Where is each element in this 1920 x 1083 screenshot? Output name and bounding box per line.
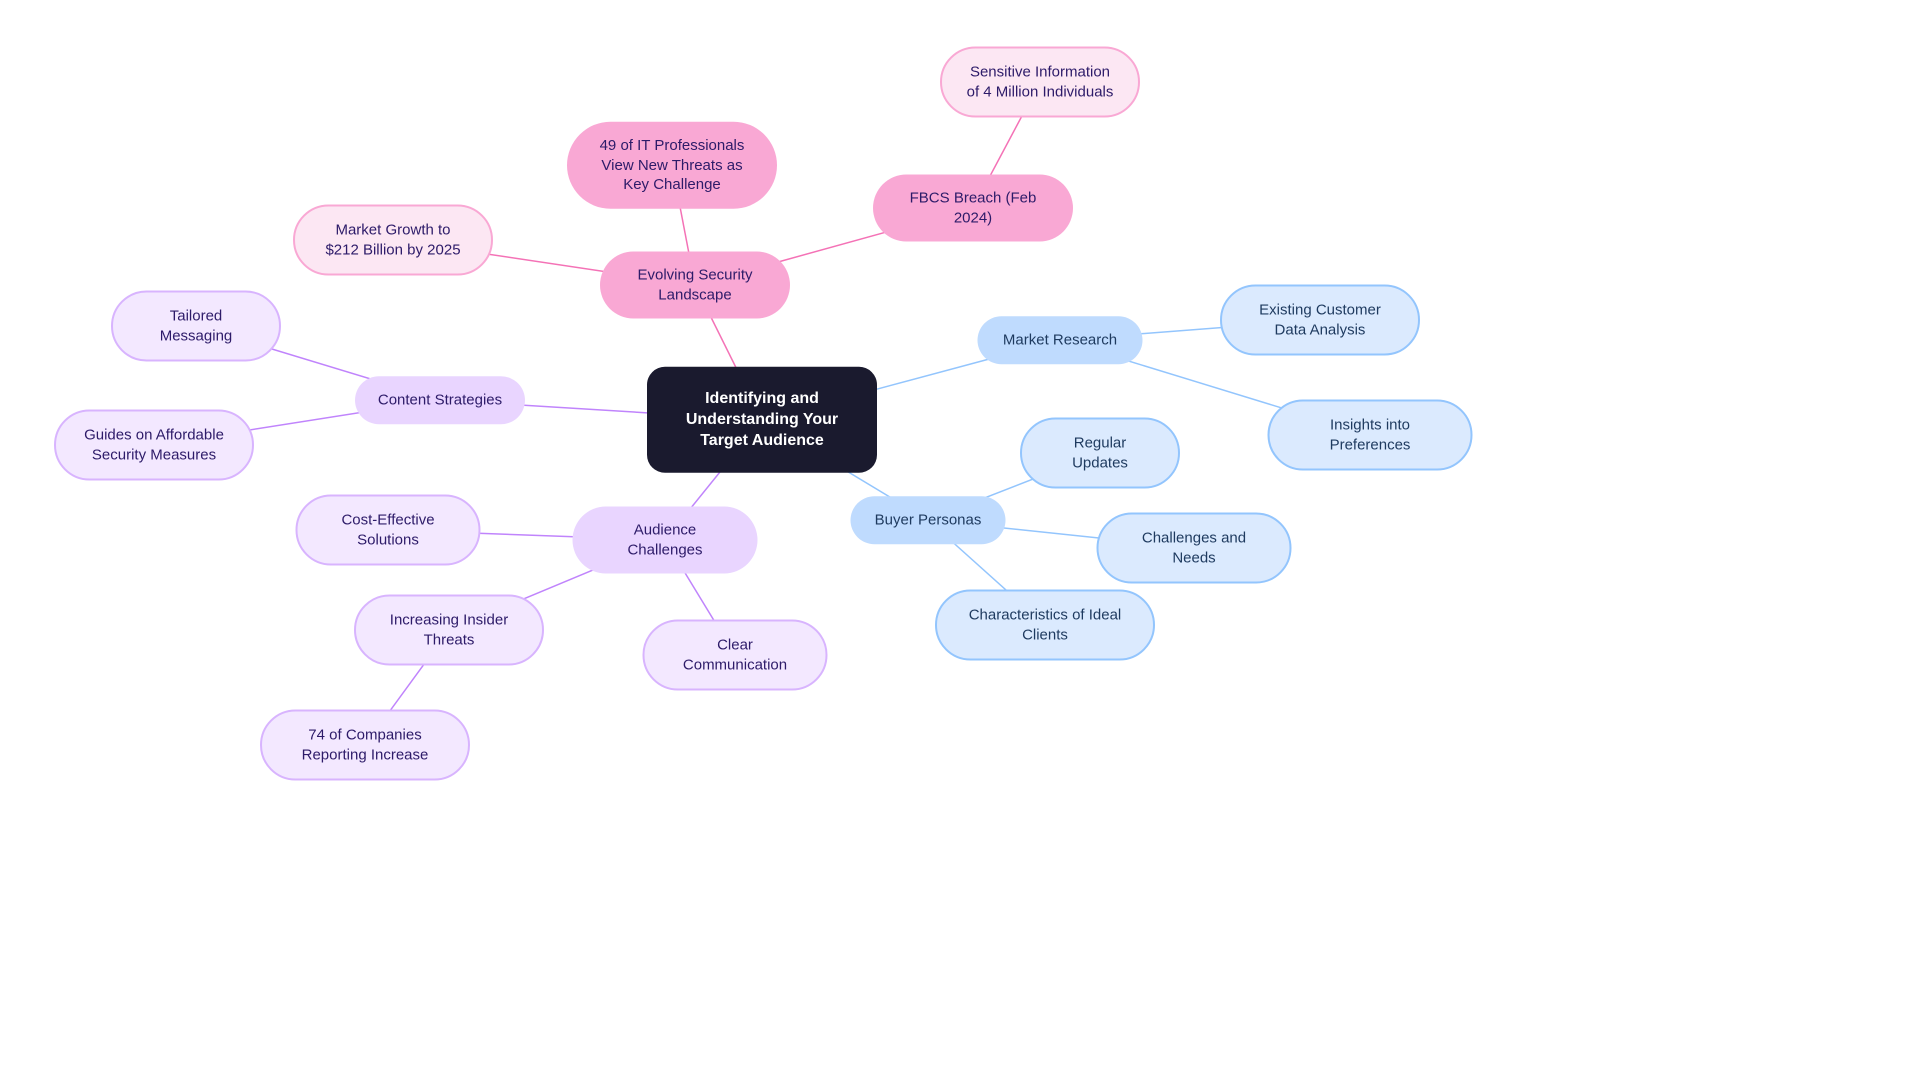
node-market_research: Market Research: [978, 316, 1143, 364]
node-insider: Increasing Insider Threats: [354, 595, 544, 666]
node-guides: Guides on Affordable Security Measures: [54, 410, 254, 481]
center-node: Identifying and Understanding Your Targe…: [647, 367, 877, 473]
node-sensitive: Sensitive Information of 4 Million Indiv…: [940, 47, 1140, 118]
node-evolving: Evolving Security Landscape: [600, 252, 790, 319]
node-regular_updates: Regular Updates: [1020, 418, 1180, 489]
node-insights: Insights into Preferences: [1268, 400, 1473, 471]
node-ideal_clients: Characteristics of Ideal Clients: [935, 590, 1155, 661]
node-companies74: 74 of Companies Reporting Increase: [260, 710, 470, 781]
node-itprof: 49 of IT Professionals View New Threats …: [567, 122, 777, 209]
node-cost_effective: Cost-Effective Solutions: [296, 495, 481, 566]
node-audience_challenges: Audience Challenges: [573, 507, 758, 574]
node-fbcs: FBCS Breach (Feb 2024): [873, 175, 1073, 242]
node-market_growth: Market Growth to $212 Billion by 2025: [293, 205, 493, 276]
node-buyer_personas: Buyer Personas: [851, 496, 1006, 544]
node-existing_data: Existing Customer Data Analysis: [1220, 285, 1420, 356]
node-challenges_needs: Challenges and Needs: [1097, 513, 1292, 584]
node-tailored: Tailored Messaging: [111, 291, 281, 362]
node-clear_comm: Clear Communication: [643, 620, 828, 691]
node-content: Content Strategies: [355, 376, 525, 424]
mindmap-canvas: Identifying and Understanding Your Targe…: [0, 0, 1920, 1083]
